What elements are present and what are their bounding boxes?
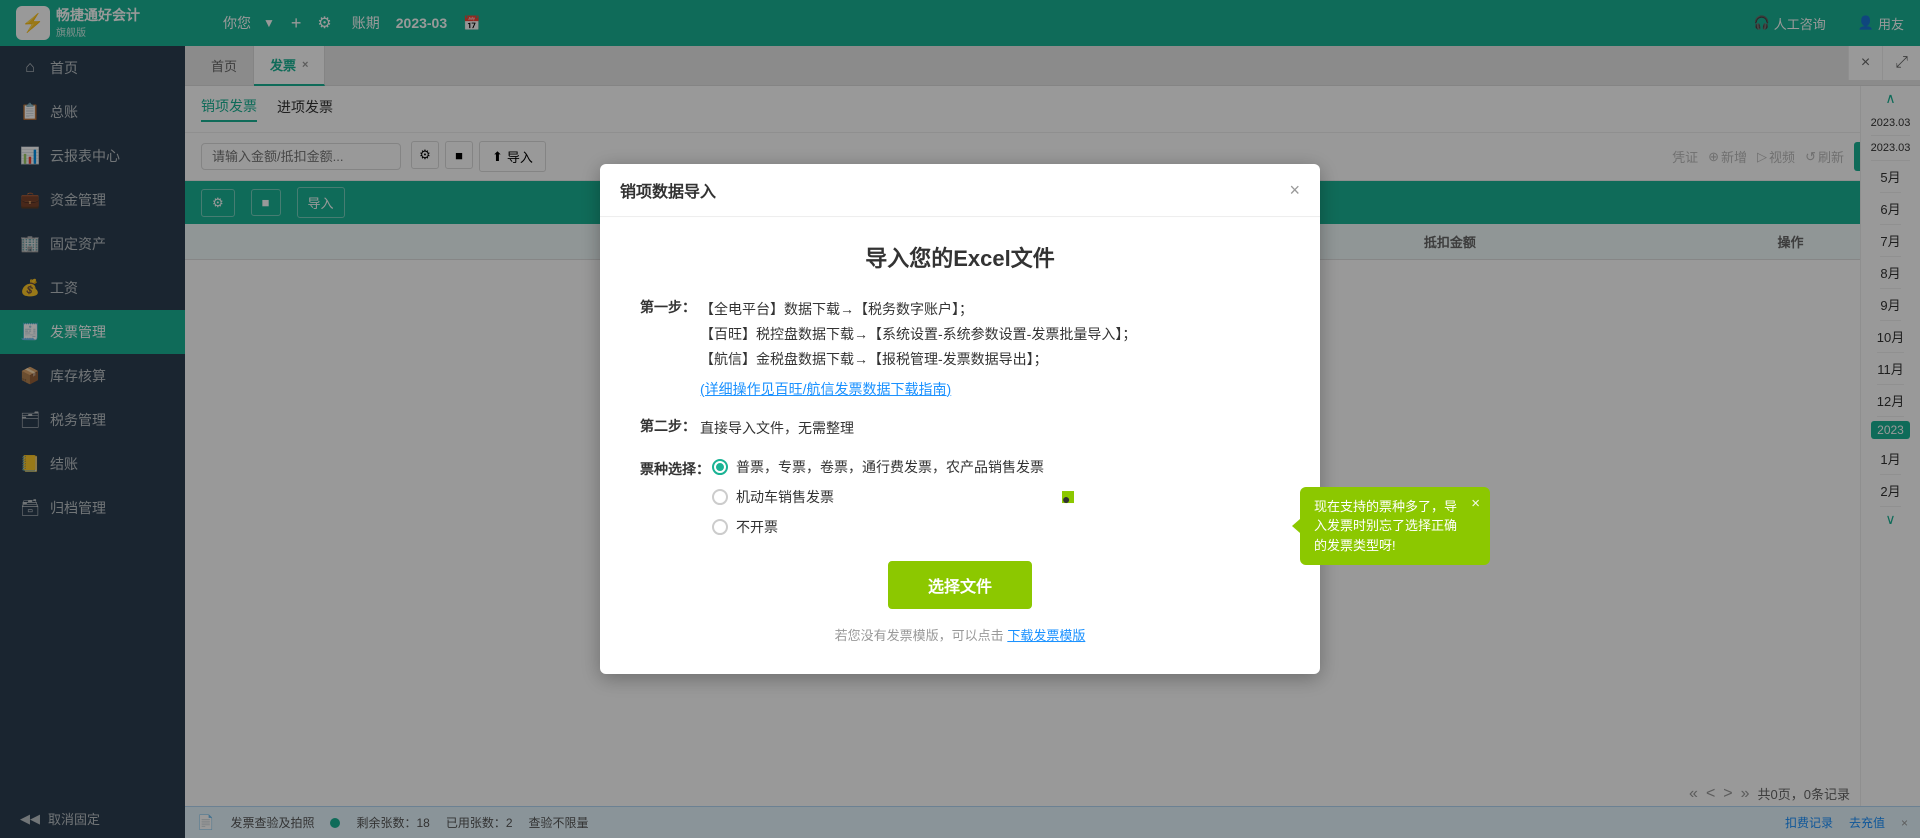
radio-motor[interactable]: 机动车销售发票 ● (712, 487, 1044, 507)
radio-none[interactable]: 不开票 (712, 517, 1044, 537)
step1-link[interactable]: (详细操作见百旺/航信发票数据下载指南) (700, 381, 951, 397)
tooltip-arrow (1292, 519, 1300, 533)
select-file-btn[interactable]: 选择文件 (888, 561, 1032, 609)
step1-row: 第一步： 【全电平台】数据下载→【税务数字账户】； 【百旺】税控盘数据下载→【系… (640, 297, 1280, 402)
radio-motor-circle[interactable] (712, 489, 728, 505)
download-template-link[interactable]: 下载发票模版 (1007, 628, 1085, 643)
radio-general[interactable]: 普票，专票，卷票，通行费发票，农产品销售发票 (712, 457, 1044, 477)
tooltip-close-btn[interactable]: × (1471, 493, 1480, 516)
step1-line2: 【百旺】税控盘数据下载→【系统设置-系统参数设置-发票批量导入】； (700, 322, 1136, 347)
radio-options: 普票，专票，卷票，通行费发票，农产品销售发票 机动车销售发票 ● 不开票 (712, 457, 1044, 537)
modal-body: 导入您的Excel文件 第一步： 【全电平台】数据下载→【税务数字账户】； 【百… (600, 217, 1320, 674)
modal-title: 销项数据导入 (620, 178, 716, 202)
radio-none-label: 不开票 (736, 517, 778, 537)
step2-text: 直接导入文件，无需整理 (700, 416, 854, 441)
modal-footer: 若您没有发票模版，可以点击 下载发票模版 (640, 625, 1280, 644)
tooltip-container: × 现在支持的票种多了，导入发票时别忘了选择正确的发票类型呀! (1300, 487, 1490, 566)
step1-line3: 【航信】金税盘数据下载→【报税管理-发票数据导出】； (700, 347, 1136, 372)
radio-general-label: 普票，专票，卷票，通行费发票，农产品销售发票 (736, 457, 1044, 477)
radio-none-circle[interactable] (712, 519, 728, 535)
radio-general-circle[interactable] (712, 459, 728, 475)
ticket-select-row: 票种选择： 普票，专票，卷票，通行费发票，农产品销售发票 机动车销售发票 ● (640, 457, 1280, 537)
radio-motor-label: 机动车销售发票 (736, 487, 834, 507)
step2-row: 第二步： 直接导入文件，无需整理 (640, 416, 1280, 441)
modal-main-title: 导入您的Excel文件 (640, 241, 1280, 273)
modal-header: 销项数据导入 × (600, 164, 1320, 217)
step2-label: 第二步： (640, 416, 700, 436)
step1-label: 第一步： (640, 297, 700, 317)
footer-text: 若您没有发票模版，可以点击 (835, 628, 1004, 643)
tooltip-dot: ● (1062, 491, 1074, 503)
tooltip-text: 现在支持的票种多了，导入发票时别忘了选择正确的发票类型呀! (1314, 499, 1457, 553)
ticket-label: 票种选择： (640, 457, 712, 479)
step1-line1: 【全电平台】数据下载→【税务数字账户】； (700, 297, 1136, 322)
step1-content: 【全电平台】数据下载→【税务数字账户】； 【百旺】税控盘数据下载→【系统设置-系… (700, 297, 1136, 402)
modal-close-btn[interactable]: × (1289, 180, 1300, 201)
import-modal: 销项数据导入 × 导入您的Excel文件 第一步： 【全电平台】数据下载→【税务… (600, 164, 1320, 674)
